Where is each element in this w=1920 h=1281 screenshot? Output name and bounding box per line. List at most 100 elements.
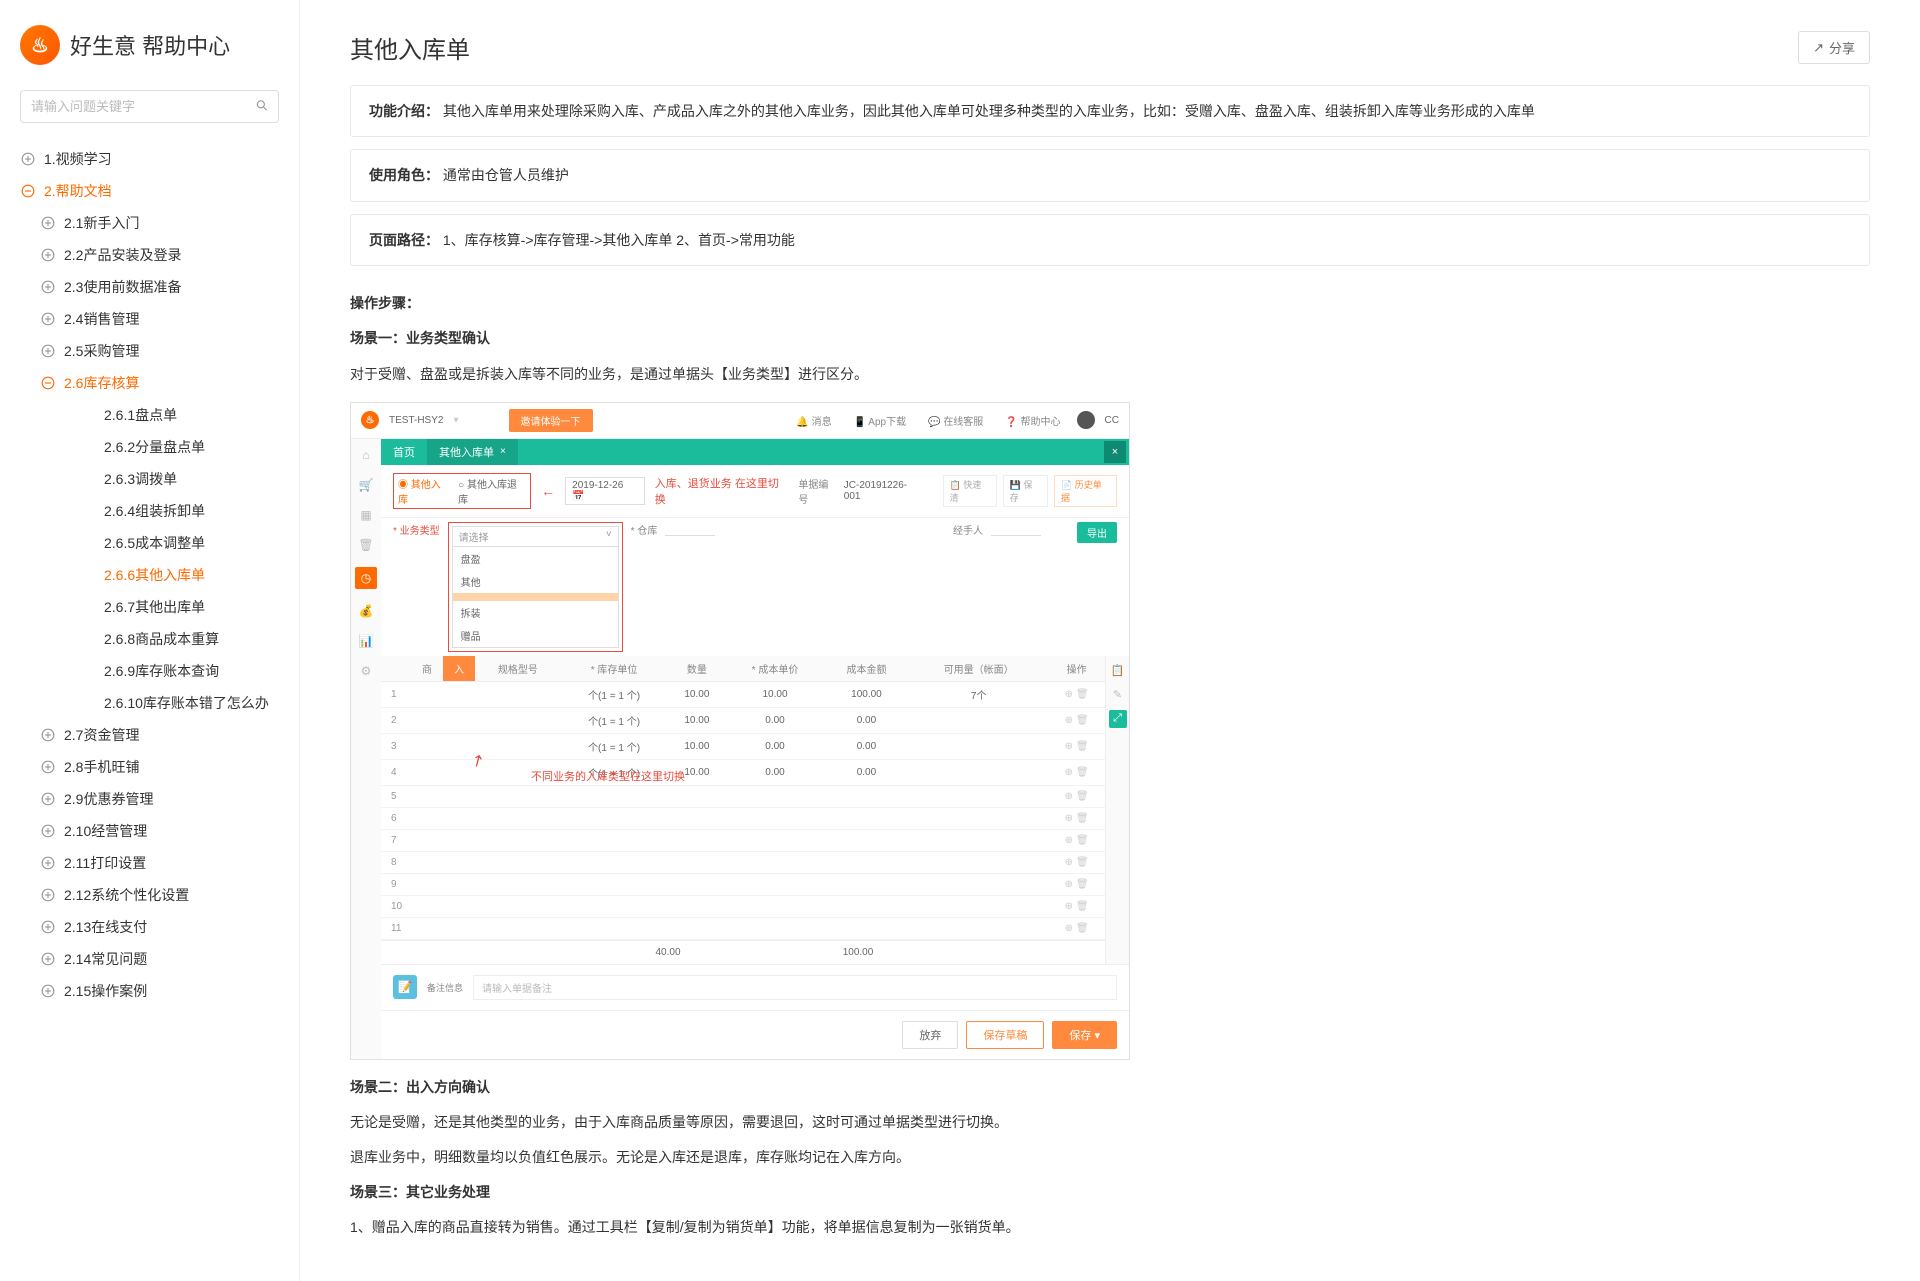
nav-label: 2.9优惠券管理 bbox=[64, 789, 153, 809]
ss-handler-field bbox=[991, 522, 1041, 536]
page-title: 其他入库单 bbox=[350, 30, 470, 65]
nav-2-5[interactable]: 2.5采购管理 bbox=[40, 335, 279, 367]
ss-chip2: 💾 保存 bbox=[1003, 475, 1048, 507]
nav-label: 1.视频学习 bbox=[44, 149, 112, 169]
table-row: 1个(1 = 1 个)10.0010.00100.007个⊕ 🗑 bbox=[381, 681, 1105, 707]
nav-label: 2.15操作案例 bbox=[64, 981, 147, 1001]
nav-2-2[interactable]: 2.2产品安装及登录 bbox=[40, 239, 279, 271]
ss-total-qty: 40.00 bbox=[613, 947, 723, 958]
ss-dd-item: 其他 bbox=[453, 570, 618, 593]
nav-tree: 1.视频学习 2.帮助文档 2.1新手入门 2.2产品安装及登录 2.3使用前数… bbox=[20, 143, 279, 1007]
table-row: 9⊕ 🗑 bbox=[381, 873, 1105, 895]
th: 可用量（帐面） bbox=[909, 656, 1048, 682]
tool-icon: 📋 bbox=[1109, 662, 1127, 680]
chevron-down-icon: ▾ bbox=[453, 415, 458, 426]
nav-help-docs[interactable]: 2.帮助文档 bbox=[20, 175, 279, 207]
ss-chip3: 📄 历史单据 bbox=[1054, 475, 1117, 507]
role-box: 使用角色： 通常由仓管人员维护 bbox=[350, 149, 1870, 201]
ss-tab-current: 其他入库单× bbox=[427, 439, 518, 465]
plus-icon bbox=[40, 855, 56, 871]
nav-2-1[interactable]: 2.1新手入门 bbox=[40, 207, 279, 239]
nav-label: 2.10经营管理 bbox=[64, 821, 147, 841]
nav-2-14[interactable]: 2.14常见问题 bbox=[40, 943, 279, 975]
ss-close-all-icon: × bbox=[1104, 441, 1126, 463]
nav-2-3[interactable]: 2.3使用前数据准备 bbox=[40, 271, 279, 303]
th: * 成本单价 bbox=[726, 656, 823, 682]
nav-2-6-8[interactable]: 2.6.8商品成本重算 bbox=[80, 623, 279, 655]
nav-2-15[interactable]: 2.15操作案例 bbox=[40, 975, 279, 1007]
plus-icon bbox=[40, 215, 56, 231]
nav-2-6-10[interactable]: 2.6.10库存账本错了怎么办 bbox=[80, 687, 279, 719]
search-input[interactable] bbox=[20, 90, 279, 123]
search-wrap bbox=[20, 90, 279, 123]
path-text: 1、库存核算->库存管理->其他入库单 2、首页->常用功能 bbox=[443, 232, 795, 248]
ss-tabs: 首页 其他入库单× × bbox=[381, 439, 1129, 465]
nav-2-6[interactable]: 2.6库存核算 bbox=[40, 367, 279, 399]
main-content: 其他入库单 ↗ 分享 功能介绍： 其他入库单用来处理除采购入库、产成品入库之外的… bbox=[300, 0, 1920, 1281]
nav-2-9[interactable]: 2.9优惠券管理 bbox=[40, 783, 279, 815]
nav-video[interactable]: 1.视频学习 bbox=[20, 143, 279, 175]
nav-2-6-3[interactable]: 2.6.3调拨单 bbox=[80, 463, 279, 495]
ss-table-area: 商 入 规格型号 * 库存单位 数量 * 成本单价 成本金额 可用量（帐面） 操 bbox=[381, 656, 1105, 964]
tool-icon: ⤢ bbox=[1109, 710, 1127, 728]
nav-2-6-9[interactable]: 2.6.9库存账本查询 bbox=[80, 655, 279, 687]
chevron-down-icon: ˅ bbox=[606, 529, 612, 544]
scene3-title: 场景三：其它业务处理 bbox=[350, 1180, 1870, 1205]
th bbox=[381, 656, 411, 682]
ss-warehouse-field bbox=[665, 522, 715, 536]
ss-totals: 40.00 100.00 bbox=[381, 940, 1105, 964]
ss-annotation-box1: ◉ 其他入库 ○ 其他入库退库 bbox=[393, 473, 531, 509]
nav-label: 2.13在线支付 bbox=[64, 917, 147, 937]
nav-label: 2.12系统个性化设置 bbox=[64, 885, 189, 905]
sidebar: ♨ 好生意 帮助中心 1.视频学习 2.帮助文档 2.1新手入门 2.2产品安装… bbox=[0, 0, 300, 1281]
nav-2-6-4[interactable]: 2.6.4组装拆卸单 bbox=[80, 495, 279, 527]
trash-icon: 🗑 bbox=[358, 537, 374, 553]
nav-2-6-5[interactable]: 2.6.5成本调整单 bbox=[80, 527, 279, 559]
nav-2-13[interactable]: 2.13在线支付 bbox=[40, 911, 279, 943]
steps-label: 操作步骤： bbox=[350, 291, 1870, 316]
table-row: 8⊕ 🗑 bbox=[381, 851, 1105, 873]
nav-2-6-1[interactable]: 2.6.1盘点单 bbox=[80, 399, 279, 431]
nav-label: 2.2产品安装及登录 bbox=[64, 245, 181, 265]
nav-2-12[interactable]: 2.12系统个性化设置 bbox=[40, 879, 279, 911]
th: 操作 bbox=[1048, 656, 1105, 682]
nav-2-8[interactable]: 2.8手机旺铺 bbox=[40, 751, 279, 783]
home-icon: ⌂ bbox=[358, 447, 374, 463]
nav-label: 2.6库存核算 bbox=[64, 373, 139, 393]
minus-icon bbox=[20, 183, 36, 199]
nav-2-4[interactable]: 2.4销售管理 bbox=[40, 303, 279, 335]
path-box: 页面路径： 1、库存核算->库存管理->其他入库单 2、首页->常用功能 bbox=[350, 214, 1870, 266]
nav-2-6-2[interactable]: 2.6.2分量盘点单 bbox=[80, 431, 279, 463]
ss-form-row2: * 业务类型 请选择˅ 盘盈 其他 拆装 赠品 bbox=[381, 518, 1129, 656]
plus-icon bbox=[40, 983, 56, 999]
nav-2-6-6[interactable]: 2.6.6其他入库单 bbox=[80, 559, 279, 591]
nav-2-7[interactable]: 2.7资金管理 bbox=[40, 719, 279, 751]
nav-label: 2.1新手入门 bbox=[64, 213, 139, 233]
ss-memo-row: 📝 备注信息 请输入单据备注 bbox=[381, 964, 1129, 1010]
scene1-text: 对于受赠、盘盈或是拆装入库等不同的业务，是通过单据头【业务类型】进行区分。 bbox=[350, 362, 1870, 387]
ss-total-amt: 100.00 bbox=[803, 947, 913, 958]
tool-icon: ✎ bbox=[1109, 686, 1127, 704]
ss-dd-item: 盘盈 bbox=[453, 547, 618, 570]
cart-icon: 🛒 bbox=[358, 477, 374, 493]
nav-2-10[interactable]: 2.10经营管理 bbox=[40, 815, 279, 847]
ss-link-msg: 🔔 消息 bbox=[790, 413, 837, 428]
plus-icon bbox=[40, 791, 56, 807]
arrow-icon: ← bbox=[541, 483, 555, 499]
nav-2-11[interactable]: 2.11打印设置 bbox=[40, 847, 279, 879]
nav-label: 2.11打印设置 bbox=[64, 853, 146, 873]
ss-export-button: 导出 bbox=[1077, 522, 1117, 543]
nav-2-6-7[interactable]: 2.6.7其他出库单 bbox=[80, 591, 279, 623]
search-icon[interactable] bbox=[255, 98, 269, 115]
ss-handler-label: 经手人 bbox=[953, 522, 983, 537]
ss-btn-save: 保存 ▾ bbox=[1052, 1021, 1117, 1049]
ss-test-label: TEST-HSY2 bbox=[389, 415, 443, 426]
ss-chip1: 📋 快速清 bbox=[943, 475, 997, 507]
share-button[interactable]: ↗ 分享 bbox=[1798, 31, 1870, 64]
nav-label: 2.3使用前数据准备 bbox=[64, 277, 181, 297]
table-row: 6⊕ 🗑 bbox=[381, 807, 1105, 829]
path-label: 页面路径： bbox=[369, 232, 439, 248]
ss-annotation-box2: 请选择˅ 盘盈 其他 拆装 赠品 bbox=[448, 522, 623, 652]
role-text: 通常由仓管人员维护 bbox=[443, 167, 569, 183]
plus-icon bbox=[40, 279, 56, 295]
